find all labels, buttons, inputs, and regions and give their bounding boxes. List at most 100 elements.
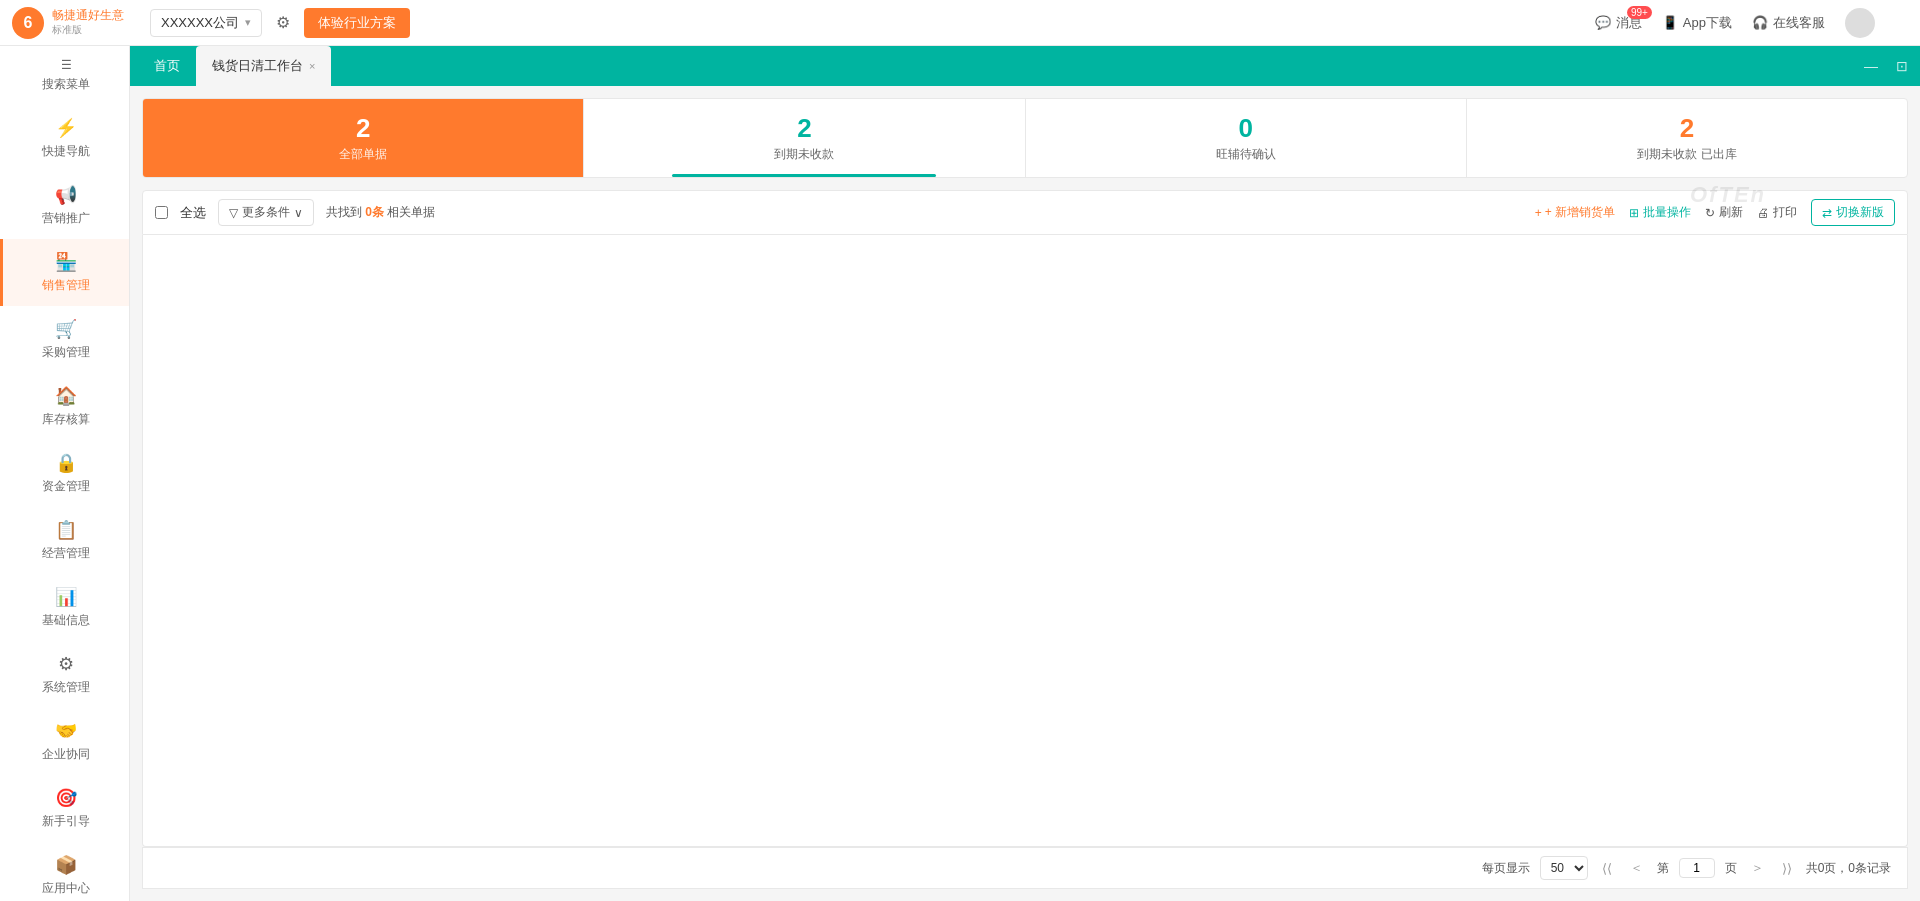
batch-operation-button[interactable]: ⊞ 批量操作 [1629, 204, 1691, 221]
chevron-down-icon: ▾ [245, 16, 251, 29]
prev-page-button[interactable]: ＜ [1626, 857, 1647, 879]
tab-home[interactable]: 首页 [138, 46, 196, 86]
found-count: 0条 [365, 205, 384, 219]
per-page-select[interactable]: 50 [1540, 856, 1588, 880]
tab-minimize-icon[interactable]: — [1860, 54, 1882, 78]
sidebar-item-inventory[interactable]: 🏠 库存核算 [0, 373, 129, 440]
content-area: 2 全部单据 2 到期未收款 0 旺辅待确认 2 到期未收款 已出库 [130, 86, 1920, 901]
marketing-icon: 📢 [55, 184, 77, 206]
table-area [142, 235, 1908, 847]
summary-card-overdue-label: 到期未收款 [604, 146, 1004, 163]
summary-card-pending-label: 旺辅待确认 [1046, 146, 1446, 163]
plus-icon: + [1535, 206, 1542, 220]
filter-icon: ▽ [229, 206, 238, 220]
sidebar-item-cooperation[interactable]: 🤝 企业协同 [0, 708, 129, 775]
sidebar-item-guide[interactable]: 🎯 新手引导 [0, 775, 129, 842]
nav-icon: ⚡ [55, 117, 77, 139]
message-badge: 99+ [1627, 6, 1652, 19]
filter-button[interactable]: ▽ 更多条件 ∨ [218, 199, 314, 226]
toolbar-right: + + 新增销货单 ⊞ 批量操作 ↻ 刷新 🖨 打印 [1535, 199, 1895, 226]
sidebar-app-center-label: 应用中心 [42, 880, 90, 897]
summary-card-pending-num: 0 [1046, 113, 1446, 144]
first-page-button[interactable]: ⟨⟨ [1598, 859, 1616, 878]
logo-area: 6 畅捷通好生意 标准版 [12, 7, 142, 39]
toolbar: 全选 ▽ 更多条件 ∨ 共找到 0条 相关单据 + + 新增销 [142, 190, 1908, 235]
sidebar-item-basic-info[interactable]: 📊 基础信息 [0, 574, 129, 641]
avatar[interactable] [1845, 8, 1875, 38]
sidebar-purchase-label: 采购管理 [42, 344, 90, 361]
message-button[interactable]: 💬 消息 99+ [1595, 14, 1642, 32]
sidebar-basic-info-label: 基础信息 [42, 612, 90, 629]
chevron-icon: ∨ [294, 206, 303, 220]
sidebar-item-purchase[interactable]: 🛒 采购管理 [0, 306, 129, 373]
refresh-button[interactable]: ↻ 刷新 [1705, 204, 1743, 221]
sidebar-item-search[interactable]: ☰ 搜索菜单 [0, 46, 129, 105]
summary-card-shipped[interactable]: 2 到期未收款 已出库 [1467, 99, 1907, 177]
tab-close-icon[interactable]: × [309, 60, 315, 72]
summary-cards: 2 全部单据 2 到期未收款 0 旺辅待确认 2 到期未收款 已出库 [142, 98, 1908, 178]
sidebar-marketing-label: 营销推广 [42, 210, 90, 227]
sidebar-guide-label: 新手引导 [42, 813, 90, 830]
main-content: 首页 钱货日清工作台 × — ⊡ 2 全部单据 2 到期未收款 [130, 46, 1920, 901]
sidebar-quick-nav-label: 快捷导航 [42, 143, 90, 160]
print-button[interactable]: 🖨 打印 [1757, 204, 1797, 221]
tab-right-buttons: — ⊡ [1860, 54, 1912, 78]
sidebar-finance-label: 资金管理 [42, 478, 90, 495]
summary-card-shipped-num: 2 [1487, 113, 1887, 144]
sidebar-item-marketing[interactable]: 📢 营销推广 [0, 172, 129, 239]
finance-icon: 🔒 [55, 452, 77, 474]
message-icon: 💬 [1595, 15, 1611, 30]
print-icon: 🖨 [1757, 206, 1769, 220]
switch-version-button[interactable]: ⇄ 切换新版 [1811, 199, 1895, 226]
company-selector[interactable]: XXXXXX公司 ▾ [150, 9, 262, 37]
sidebar-item-quick-nav[interactable]: ⚡ 快捷导航 [0, 105, 129, 172]
sidebar-search-label: 搜索菜单 [42, 76, 90, 93]
last-page-button[interactable]: ⟩⟩ [1778, 859, 1796, 878]
sidebar-operations-label: 经营管理 [42, 545, 90, 562]
search-icon: ☰ [61, 58, 72, 72]
summary-card-all-num: 2 [163, 113, 563, 144]
new-sales-button[interactable]: + + 新增销货单 [1535, 204, 1615, 221]
system-icon: ⚙ [58, 653, 74, 675]
sidebar-item-sales[interactable]: 🏪 销售管理 [0, 239, 129, 306]
tab-active-label: 钱货日清工作台 [212, 57, 303, 75]
found-text: 共找到 0条 相关单据 [326, 204, 435, 221]
tab-active[interactable]: 钱货日清工作台 × [196, 46, 331, 86]
operations-icon: 📋 [55, 519, 77, 541]
refresh-icon: ↻ [1705, 206, 1715, 220]
summary-card-all[interactable]: 2 全部单据 [143, 99, 584, 177]
total-records: 共0页，0条记录 [1806, 860, 1891, 877]
summary-card-overdue[interactable]: 2 到期未收款 [584, 99, 1025, 177]
page-suffix: 页 [1725, 860, 1737, 877]
sidebar-item-operations[interactable]: 📋 经营管理 [0, 507, 129, 574]
download-icon: 📱 [1662, 15, 1678, 30]
sidebar-system-label: 系统管理 [42, 679, 90, 696]
filter-label: 更多条件 [242, 204, 290, 221]
sidebar: ☰ 搜索菜单 ⚡ 快捷导航 📢 营销推广 🏪 销售管理 🛒 采购管理 🏠 库存核… [0, 46, 130, 901]
online-service-button[interactable]: 🎧 在线客服 [1752, 14, 1825, 32]
sidebar-item-app-center[interactable]: 📦 应用中心 [0, 842, 129, 901]
pagination-bar: 每页显示 50 ⟨⟨ ＜ 第 页 ＞ ⟩⟩ 共0页，0条记录 [142, 847, 1908, 889]
service-icon: 🎧 [1752, 15, 1768, 30]
settings-button[interactable]: ⚙ [272, 9, 294, 36]
cooperation-icon: 🤝 [55, 720, 77, 742]
summary-card-all-label: 全部单据 [163, 146, 563, 163]
logo-text: 畅捷通好生意 [52, 8, 124, 24]
sidebar-item-system[interactable]: ⚙ 系统管理 [0, 641, 129, 708]
select-all-checkbox[interactable] [155, 206, 168, 219]
layout: ☰ 搜索菜单 ⚡ 快捷导航 📢 营销推广 🏪 销售管理 🛒 采购管理 🏠 库存核… [0, 46, 1920, 901]
top-header: 6 畅捷通好生意 标准版 XXXXXX公司 ▾ ⚙ 体验行业方案 💬 消息 99… [0, 0, 1920, 46]
summary-card-overdue-num: 2 [604, 113, 1004, 144]
summary-card-pending[interactable]: 0 旺辅待确认 [1026, 99, 1467, 177]
app-download-button[interactable]: 📱 App下载 [1662, 14, 1732, 32]
sidebar-item-finance[interactable]: 🔒 资金管理 [0, 440, 129, 507]
logo-icon: 6 [12, 7, 44, 39]
tab-maximize-icon[interactable]: ⊡ [1892, 54, 1912, 78]
company-name: XXXXXX公司 [161, 14, 239, 32]
trial-button[interactable]: 体验行业方案 [304, 8, 410, 38]
page-input[interactable] [1679, 858, 1715, 878]
next-page-button[interactable]: ＞ [1747, 857, 1768, 879]
tab-home-label: 首页 [154, 57, 180, 75]
switch-icon: ⇄ [1822, 206, 1832, 220]
summary-card-shipped-label: 到期未收款 已出库 [1487, 146, 1887, 163]
